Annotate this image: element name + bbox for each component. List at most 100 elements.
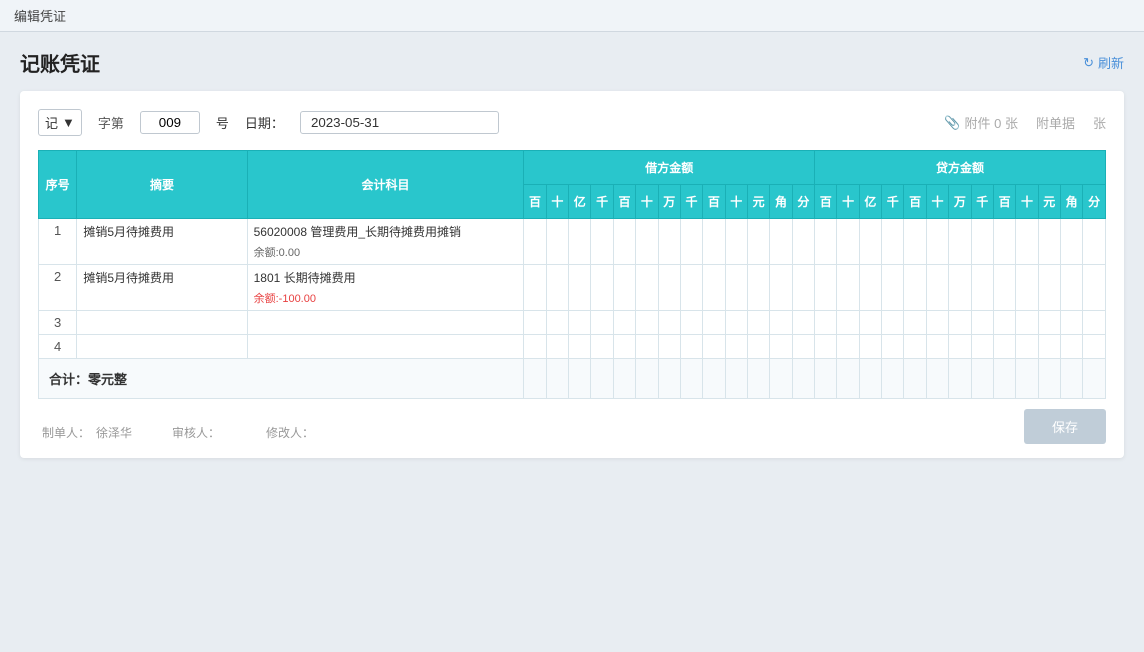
- row-summary-4[interactable]: [77, 335, 247, 359]
- debit-digit-3-11[interactable]: [770, 311, 792, 335]
- debit-digit-1-1[interactable]: [546, 219, 568, 265]
- row-summary-1[interactable]: 摊销5月待摊费用: [77, 219, 247, 265]
- credit-digit-1-11[interactable]: [1060, 219, 1082, 265]
- credit-digit-4-9[interactable]: [1016, 335, 1038, 359]
- credit-digit-1-3[interactable]: [882, 219, 904, 265]
- debit-digit-1-5[interactable]: [636, 219, 658, 265]
- debit-digit-4-5[interactable]: [636, 335, 658, 359]
- credit-digit-4-12[interactable]: [1083, 335, 1106, 359]
- row-account-4[interactable]: [247, 335, 524, 359]
- credit-digit-3-3[interactable]: [882, 311, 904, 335]
- debit-digit-1-10[interactable]: [747, 219, 769, 265]
- debit-digit-2-2[interactable]: [569, 265, 591, 311]
- credit-digit-3-12[interactable]: [1083, 311, 1106, 335]
- debit-digit-2-7[interactable]: [680, 265, 702, 311]
- debit-digit-4-4[interactable]: [613, 335, 635, 359]
- debit-digit-1-11[interactable]: [770, 219, 792, 265]
- credit-digit-3-11[interactable]: [1060, 311, 1082, 335]
- table-row[interactable]: 1摊销5月待摊费用56020008 管理费用_长期待摊费用摊销余额:0.00: [39, 219, 1106, 265]
- debit-digit-1-4[interactable]: [613, 219, 635, 265]
- debit-digit-3-7[interactable]: [680, 311, 702, 335]
- debit-digit-3-4[interactable]: [613, 311, 635, 335]
- credit-digit-3-8[interactable]: [993, 311, 1015, 335]
- credit-digit-2-8[interactable]: [993, 265, 1015, 311]
- debit-digit-4-1[interactable]: [546, 335, 568, 359]
- debit-digit-2-10[interactable]: [747, 265, 769, 311]
- credit-digit-4-3[interactable]: [882, 335, 904, 359]
- credit-digit-3-1[interactable]: [837, 311, 859, 335]
- debit-digit-4-12[interactable]: [792, 335, 814, 359]
- row-summary-2[interactable]: 摊销5月待摊费用: [77, 265, 247, 311]
- credit-digit-1-10[interactable]: [1038, 219, 1060, 265]
- credit-digit-2-11[interactable]: [1060, 265, 1082, 311]
- credit-digit-2-6[interactable]: [949, 265, 971, 311]
- credit-digit-1-1[interactable]: [837, 219, 859, 265]
- debit-digit-1-7[interactable]: [680, 219, 702, 265]
- debit-digit-4-3[interactable]: [591, 335, 613, 359]
- debit-digit-1-3[interactable]: [591, 219, 613, 265]
- credit-digit-3-2[interactable]: [859, 311, 881, 335]
- credit-digit-3-0[interactable]: [815, 311, 837, 335]
- credit-digit-2-5[interactable]: [926, 265, 948, 311]
- credit-digit-4-11[interactable]: [1060, 335, 1082, 359]
- debit-digit-4-0[interactable]: [524, 335, 546, 359]
- credit-digit-2-1[interactable]: [837, 265, 859, 311]
- debit-digit-1-2[interactable]: [569, 219, 591, 265]
- voucher-number-input[interactable]: [140, 111, 200, 134]
- debit-digit-2-3[interactable]: [591, 265, 613, 311]
- debit-digit-3-1[interactable]: [546, 311, 568, 335]
- debit-digit-4-11[interactable]: [770, 335, 792, 359]
- credit-digit-3-7[interactable]: [971, 311, 993, 335]
- credit-digit-4-7[interactable]: [971, 335, 993, 359]
- credit-digit-2-10[interactable]: [1038, 265, 1060, 311]
- credit-digit-2-12[interactable]: [1083, 265, 1106, 311]
- credit-digit-3-10[interactable]: [1038, 311, 1060, 335]
- debit-digit-2-6[interactable]: [658, 265, 680, 311]
- credit-digit-4-10[interactable]: [1038, 335, 1060, 359]
- debit-digit-3-2[interactable]: [569, 311, 591, 335]
- debit-digit-3-5[interactable]: [636, 311, 658, 335]
- date-input[interactable]: [300, 111, 499, 134]
- credit-digit-1-12[interactable]: [1083, 219, 1106, 265]
- debit-digit-3-0[interactable]: [524, 311, 546, 335]
- debit-digit-4-2[interactable]: [569, 335, 591, 359]
- debit-digit-4-6[interactable]: [658, 335, 680, 359]
- debit-digit-1-9[interactable]: [725, 219, 747, 265]
- debit-digit-3-10[interactable]: [747, 311, 769, 335]
- credit-digit-1-2[interactable]: [859, 219, 881, 265]
- debit-digit-2-11[interactable]: [770, 265, 792, 311]
- refresh-button[interactable]: ↻ 刷新: [1083, 53, 1124, 72]
- debit-digit-2-4[interactable]: [613, 265, 635, 311]
- debit-digit-2-8[interactable]: [703, 265, 725, 311]
- table-row[interactable]: 2摊销5月待摊费用1801 长期待摊费用余额:-100.00: [39, 265, 1106, 311]
- row-account-1[interactable]: 56020008 管理费用_长期待摊费用摊销余额:0.00: [247, 219, 524, 265]
- table-row[interactable]: 3: [39, 311, 1106, 335]
- credit-digit-4-6[interactable]: [949, 335, 971, 359]
- credit-digit-2-0[interactable]: [815, 265, 837, 311]
- credit-digit-4-5[interactable]: [926, 335, 948, 359]
- debit-digit-2-5[interactable]: [636, 265, 658, 311]
- credit-digit-1-6[interactable]: [949, 219, 971, 265]
- voucher-type-select[interactable]: 记 ▼: [38, 109, 82, 136]
- debit-digit-4-9[interactable]: [725, 335, 747, 359]
- table-row[interactable]: 4: [39, 335, 1106, 359]
- row-account-2[interactable]: 1801 长期待摊费用余额:-100.00: [247, 265, 524, 311]
- attach-single-button[interactable]: 附单据: [1036, 113, 1075, 132]
- debit-digit-2-0[interactable]: [524, 265, 546, 311]
- row-summary-3[interactable]: [77, 311, 247, 335]
- credit-digit-1-9[interactable]: [1016, 219, 1038, 265]
- debit-digit-3-3[interactable]: [591, 311, 613, 335]
- debit-digit-4-7[interactable]: [680, 335, 702, 359]
- credit-digit-1-7[interactable]: [971, 219, 993, 265]
- row-account-3[interactable]: [247, 311, 524, 335]
- debit-digit-1-0[interactable]: [524, 219, 546, 265]
- debit-digit-3-12[interactable]: [792, 311, 814, 335]
- credit-digit-4-2[interactable]: [859, 335, 881, 359]
- debit-digit-4-8[interactable]: [703, 335, 725, 359]
- save-button[interactable]: 保存: [1024, 409, 1106, 444]
- credit-digit-4-4[interactable]: [904, 335, 926, 359]
- debit-digit-3-6[interactable]: [658, 311, 680, 335]
- debit-digit-1-12[interactable]: [792, 219, 814, 265]
- debit-digit-1-6[interactable]: [658, 219, 680, 265]
- debit-digit-3-9[interactable]: [725, 311, 747, 335]
